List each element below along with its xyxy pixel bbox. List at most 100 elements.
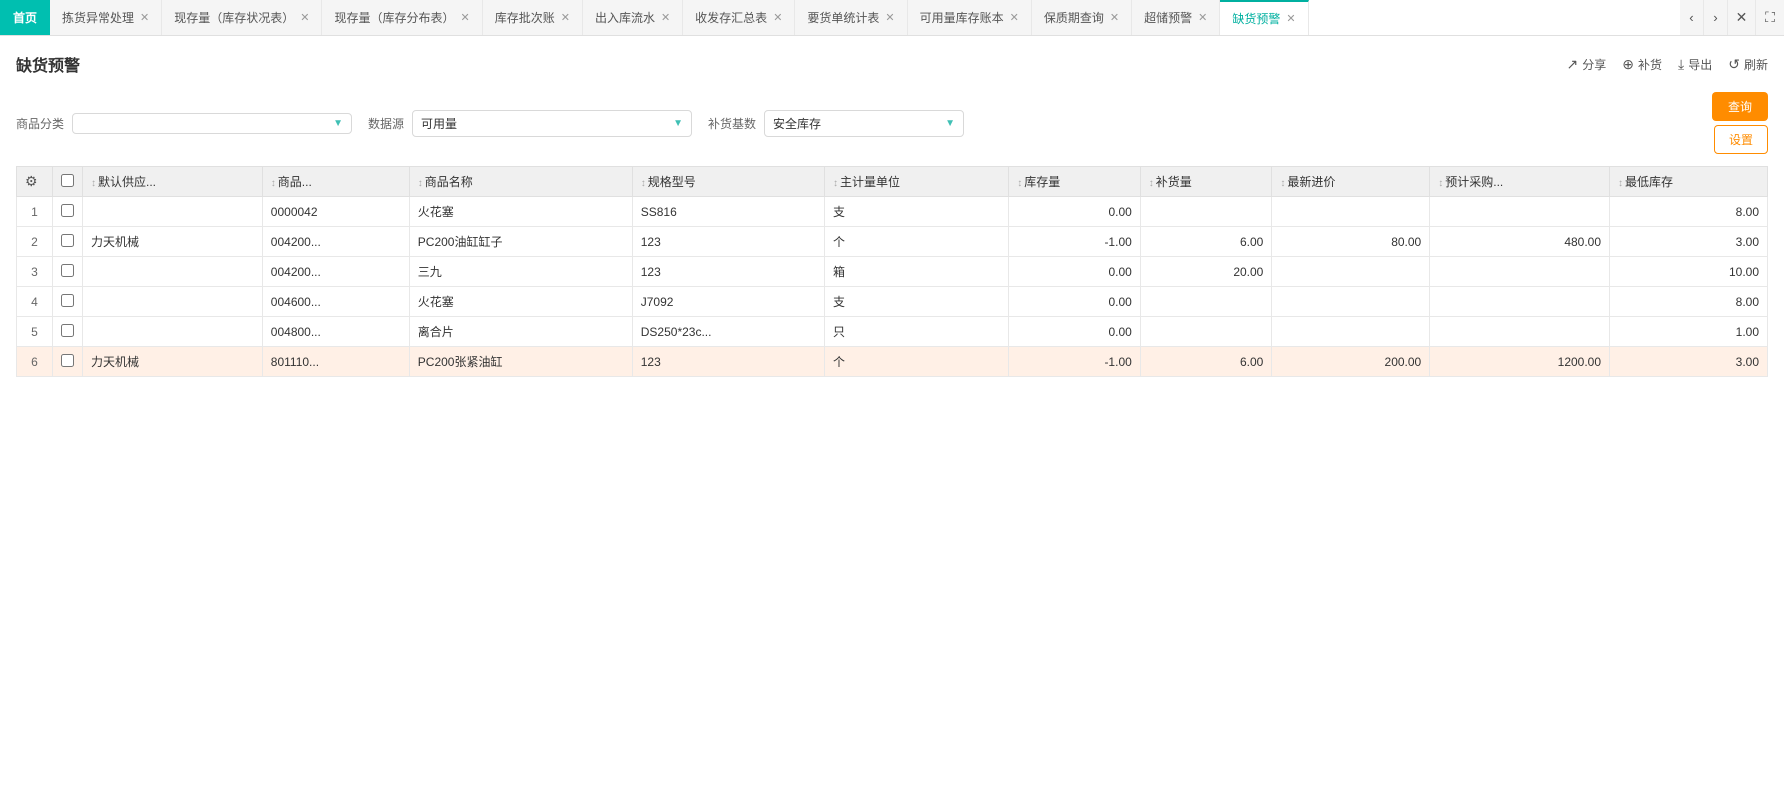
td-est-purchase-4	[1430, 317, 1610, 347]
select-all-checkbox[interactable]	[61, 174, 74, 187]
tab-stock-status[interactable]: 现存量（库存状况表）✕	[162, 0, 322, 36]
row-checkbox-3[interactable]	[61, 294, 74, 307]
tab-close-abnormal[interactable]: ✕	[140, 11, 149, 24]
td-min-stock-5: 3.00	[1610, 347, 1768, 377]
settings-button[interactable]: 设置	[1714, 125, 1768, 154]
row-checkbox-0[interactable]	[61, 204, 74, 217]
tab-close-available[interactable]: ✕	[1010, 11, 1019, 24]
td-product-id-3: 004600...	[262, 287, 409, 317]
td-checkbox-5[interactable]	[53, 347, 83, 377]
replenish-label: 补货基数	[708, 115, 756, 132]
td-product-id-5: 801110...	[262, 347, 409, 377]
sort-icon-latest-price: ↕	[1280, 178, 1285, 189]
sort-icon-product-name: ↕	[418, 178, 423, 189]
tab-label-order-stat: 要货单统计表	[807, 9, 879, 26]
gear-icon[interactable]: ⚙	[25, 173, 38, 189]
tab-expire[interactable]: 保质期查询✕	[1032, 0, 1132, 36]
td-checkbox-4[interactable]	[53, 317, 83, 347]
tab-collect[interactable]: 收发存汇总表 ✕	[683, 0, 795, 36]
tab-close-order-stat[interactable]: ✕	[885, 11, 894, 24]
datasource-select[interactable]: 可用量 ▼	[412, 110, 692, 137]
td-supplement-5: 6.00	[1140, 347, 1272, 377]
sort-icon-spec: ↕	[641, 178, 646, 189]
td-spec-5: 123	[632, 347, 824, 377]
tab-close-batch[interactable]: ✕	[561, 11, 570, 24]
td-min-stock-3: 8.00	[1610, 287, 1768, 317]
category-filter-group: 商品分类 ▼	[16, 113, 352, 134]
supplement-button[interactable]: ⊕ 补货	[1622, 56, 1662, 73]
td-product-name-5: PC200张紧油缸	[409, 347, 632, 377]
td-unit-1: 个	[825, 227, 1009, 257]
td-supplier-1: 力天机械	[83, 227, 263, 257]
tab-close-shortage[interactable]: ✕	[1286, 12, 1295, 25]
tab-stock-dist[interactable]: 现存量（库存分布表） ✕	[322, 0, 482, 36]
td-latest-price-4	[1272, 317, 1430, 347]
table-row: 6 力天机械 801110... PC200张紧油缸 123 个 -1.00 6…	[17, 347, 1768, 377]
td-latest-price-2	[1272, 257, 1430, 287]
tab-close-stock-status[interactable]: ✕	[300, 11, 309, 24]
th-spec: ↕规格型号	[632, 167, 824, 197]
tab-inout[interactable]: 出入库流水 ✕	[583, 0, 683, 36]
row-checkbox-2[interactable]	[61, 264, 74, 277]
tab-home[interactable]: 首页	[0, 0, 50, 36]
tab-close-collect[interactable]: ✕	[773, 11, 782, 24]
tab-overstock[interactable]: 超储预警 ✕	[1132, 0, 1220, 36]
export-button[interactable]: ⤓ 导出	[1678, 56, 1712, 73]
th-product-id: ↕商品...	[262, 167, 409, 197]
tab-shortage[interactable]: 缺货预警✕	[1220, 0, 1308, 36]
row-checkbox-1[interactable]	[61, 234, 74, 247]
table-body: 1 0000042 火花塞 SS816 支 0.00 8.00 2 力天机械 0…	[17, 197, 1768, 377]
table-row: 3 004200... 三九 123 箱 0.00 20.00 10.00	[17, 257, 1768, 287]
tab-close-overstock[interactable]: ✕	[1198, 11, 1207, 24]
td-row-num-5: 6	[17, 347, 53, 377]
replenish-chevron-icon: ▼	[945, 118, 955, 129]
td-checkbox-2[interactable]	[53, 257, 83, 287]
tab-bar: 首页 拣货异常处理✕现存量（库存状况表）✕现存量（库存分布表）✕库存批次账✕出入…	[0, 0, 1784, 36]
tab-nav-next[interactable]: ›	[1704, 0, 1728, 36]
table-row: 4 004600... 火花塞 J7092 支 0.00 8.00	[17, 287, 1768, 317]
category-select[interactable]: ▼	[72, 113, 352, 134]
th-latest-price: ↕最新进价	[1272, 167, 1430, 197]
td-product-name-4: 离合片	[409, 317, 632, 347]
tab-label-overstock: 超储预警	[1144, 9, 1192, 26]
row-checkbox-4[interactable]	[61, 324, 74, 337]
tab-abnormal[interactable]: 拣货异常处理✕	[50, 0, 162, 36]
tab-nav-prev[interactable]: ‹	[1680, 0, 1704, 36]
td-spec-2: 123	[632, 257, 824, 287]
td-product-id-2: 004200...	[262, 257, 409, 287]
td-min-stock-1: 3.00	[1610, 227, 1768, 257]
td-checkbox-3[interactable]	[53, 287, 83, 317]
tab-order-stat[interactable]: 要货单统计表 ✕	[795, 0, 907, 36]
td-latest-price-1: 80.00	[1272, 227, 1430, 257]
filter-row: 商品分类 ▼ 数据源 可用量 ▼ 补货基数 安全库存 ▼ 查询 设置	[16, 92, 1768, 154]
filter-right: 查询 设置	[1712, 92, 1768, 154]
tab-batch[interactable]: 库存批次账✕	[483, 0, 583, 36]
td-checkbox-1[interactable]	[53, 227, 83, 257]
row-checkbox-5[interactable]	[61, 354, 74, 367]
td-product-id-4: 004800...	[262, 317, 409, 347]
tab-expand[interactable]: ⛶	[1756, 0, 1784, 36]
sort-icon-supplier: ↕	[91, 178, 96, 189]
td-est-purchase-3	[1430, 287, 1610, 317]
tab-available[interactable]: 可用量库存账本✕	[908, 0, 1032, 36]
td-supplier-5: 力天机械	[83, 347, 263, 377]
td-unit-4: 只	[825, 317, 1009, 347]
page-title: 缺货预警	[16, 52, 80, 76]
td-checkbox-0[interactable]	[53, 197, 83, 227]
tab-label-stock-dist: 现存量（库存分布表）	[334, 9, 454, 26]
tab-close-expire[interactable]: ✕	[1110, 11, 1119, 24]
td-supplier-4	[83, 317, 263, 347]
replenish-select[interactable]: 安全库存 ▼	[764, 110, 964, 137]
th-supplier: ↕默认供应...	[83, 167, 263, 197]
share-button[interactable]: ↗ 分享	[1567, 56, 1607, 73]
tab-close-all[interactable]: ✕	[1728, 0, 1756, 36]
th-gear[interactable]: ⚙	[17, 167, 53, 197]
refresh-button[interactable]: ↺ 刷新	[1728, 56, 1768, 73]
tab-close-stock-dist[interactable]: ✕	[460, 11, 469, 24]
td-unit-3: 支	[825, 287, 1009, 317]
tab-close-inout[interactable]: ✕	[661, 11, 670, 24]
tab-label-inout: 出入库流水	[595, 9, 655, 26]
tab-label-collect: 收发存汇总表	[695, 9, 767, 26]
query-button[interactable]: 查询	[1712, 92, 1768, 121]
th-checkbox[interactable]	[53, 167, 83, 197]
